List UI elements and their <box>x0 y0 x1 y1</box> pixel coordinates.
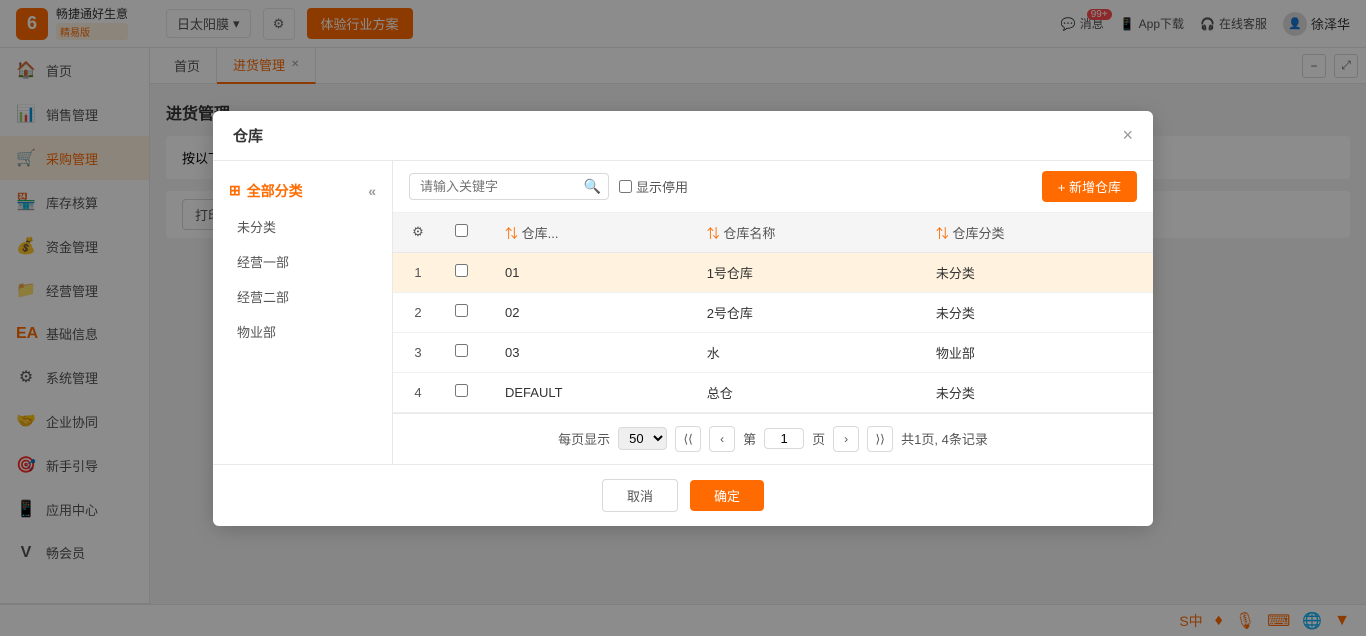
category-item-1[interactable]: 经营一部 <box>213 244 392 279</box>
row-check[interactable] <box>443 332 493 372</box>
page-label: 第 <box>743 429 756 448</box>
page-suffix: 页 <box>812 429 825 448</box>
modal-main-panel: 🔍 显示停用 + 新增仓库 ⚙ <box>393 161 1153 464</box>
row-category: 未分类 <box>924 292 1153 332</box>
row-num: 1 <box>393 252 443 292</box>
confirm-button[interactable]: 确定 <box>690 480 764 511</box>
modal-title: 仓库 <box>233 125 263 146</box>
total-records: 共1页, 4条记录 <box>901 429 988 448</box>
last-page-button[interactable]: ⟩⟩ <box>867 426 893 452</box>
row-num: 4 <box>393 372 443 412</box>
row-name: 水 <box>695 332 924 372</box>
show-disabled-label: 显示停用 <box>636 177 688 196</box>
table-row[interactable]: 2 02 2号仓库 未分类 <box>393 292 1153 332</box>
row-checkbox[interactable] <box>455 264 468 277</box>
table-row[interactable]: 4 DEFAULT 总仓 未分类 <box>393 372 1153 412</box>
show-disabled-checkbox-label[interactable]: 显示停用 <box>619 177 688 196</box>
modal-toolbar: 🔍 显示停用 + 新增仓库 <box>393 161 1153 213</box>
row-code: DEFAULT <box>493 372 695 412</box>
per-page-select[interactable]: 50 <box>618 427 667 450</box>
table-header: ⚙ ⇅ 仓库... ⇅ <box>393 213 1153 253</box>
cancel-button[interactable]: 取消 <box>602 479 678 512</box>
table-row[interactable]: 3 03 水 物业部 <box>393 332 1153 372</box>
modal-overlay: 仓库 × ⊞ 全部分类 « 未分类 经营一部 经营二部 物业部 <box>0 0 1366 636</box>
modal-pagination: 每页显示 50 ⟨⟨ ‹ 第 页 › ⟩⟩ 共1页, 4条记录 <box>393 413 1153 464</box>
th-settings: ⚙ <box>393 213 443 253</box>
all-category-header[interactable]: ⊞ 全部分类 « <box>213 173 392 209</box>
per-page-label: 每页显示 <box>558 429 610 448</box>
row-checkbox[interactable] <box>455 344 468 357</box>
first-page-button[interactable]: ⟨⟨ <box>675 426 701 452</box>
sort-icon-cat: ⇅ <box>936 226 949 241</box>
sort-icon-code: ⇅ <box>505 226 518 241</box>
th-name: ⇅ 仓库名称 <box>695 213 924 253</box>
row-name: 1号仓库 <box>695 252 924 292</box>
warehouse-table: ⚙ ⇅ 仓库... ⇅ <box>393 213 1153 413</box>
row-name: 2号仓库 <box>695 292 924 332</box>
prev-page-button[interactable]: ‹ <box>709 426 735 452</box>
modal-footer: 取消 确定 <box>213 464 1153 526</box>
row-category: 未分类 <box>924 252 1153 292</box>
row-code: 02 <box>493 292 695 332</box>
settings-icon: ⚙ <box>412 224 424 239</box>
next-page-button[interactable]: › <box>833 426 859 452</box>
sort-icon-name: ⇅ <box>707 226 720 241</box>
grid-icon: ⊞ <box>229 182 241 199</box>
select-all-checkbox[interactable] <box>455 224 468 237</box>
row-checkbox[interactable] <box>455 304 468 317</box>
table-row[interactable]: 1 01 1号仓库 未分类 <box>393 252 1153 292</box>
modal-header: 仓库 × <box>213 111 1153 161</box>
row-check[interactable] <box>443 292 493 332</box>
table-body: 1 01 1号仓库 未分类 2 02 2号仓库 <box>393 252 1153 412</box>
add-warehouse-button[interactable]: + 新增仓库 <box>1042 171 1137 202</box>
warehouse-modal: 仓库 × ⊞ 全部分类 « 未分类 经营一部 经营二部 物业部 <box>213 111 1153 526</box>
row-check[interactable] <box>443 252 493 292</box>
search-icon[interactable]: 🔍 <box>584 178 601 195</box>
modal-category-sidebar: ⊞ 全部分类 « 未分类 经营一部 经营二部 物业部 <box>213 161 393 464</box>
row-category: 物业部 <box>924 332 1153 372</box>
modal-close-button[interactable]: × <box>1122 126 1133 144</box>
th-category: ⇅ 仓库分类 <box>924 213 1153 253</box>
warehouse-table-wrap: ⚙ ⇅ 仓库... ⇅ <box>393 213 1153 413</box>
row-name: 总仓 <box>695 372 924 412</box>
modal-body: ⊞ 全部分类 « 未分类 经营一部 经营二部 物业部 🔍 <box>213 161 1153 464</box>
row-checkbox[interactable] <box>455 384 468 397</box>
search-input[interactable] <box>409 173 609 200</box>
show-disabled-checkbox[interactable] <box>619 180 632 193</box>
all-category-label: 全部分类 <box>247 181 303 201</box>
row-category: 未分类 <box>924 372 1153 412</box>
category-item-2[interactable]: 经营二部 <box>213 279 392 314</box>
page-input[interactable] <box>764 428 804 449</box>
row-code: 01 <box>493 252 695 292</box>
category-item-3[interactable]: 物业部 <box>213 314 392 349</box>
search-input-wrap: 🔍 <box>409 173 609 200</box>
th-checkbox <box>443 213 493 253</box>
row-code: 03 <box>493 332 695 372</box>
th-code: ⇅ 仓库... <box>493 213 695 253</box>
row-num: 2 <box>393 292 443 332</box>
row-num: 3 <box>393 332 443 372</box>
category-item-0[interactable]: 未分类 <box>213 209 392 244</box>
row-check[interactable] <box>443 372 493 412</box>
collapse-icon[interactable]: « <box>368 183 376 199</box>
